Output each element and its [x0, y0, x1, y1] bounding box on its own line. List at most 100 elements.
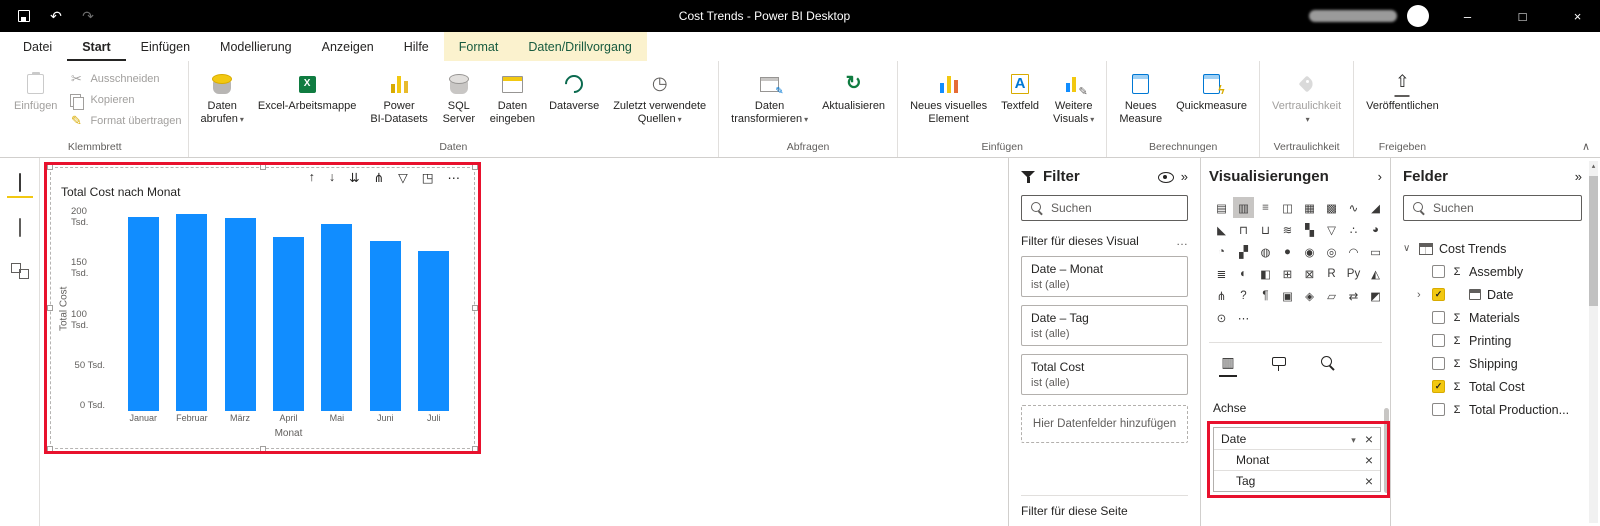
- ribbon-button[interactable]: Daten eingeben: [484, 65, 541, 126]
- ribbon-button[interactable]: Weitere Visuals: [1047, 65, 1100, 126]
- visual-type-icon[interactable]: ▤: [1211, 197, 1232, 218]
- visual-type-icon[interactable]: ▩: [1321, 197, 1342, 218]
- ribbon-tab[interactable]: Anzeigen: [307, 32, 389, 61]
- field-row[interactable]: Σ Shipping: [1403, 352, 1582, 375]
- ribbon-tab[interactable]: Daten/Drillvorgang: [513, 32, 647, 61]
- resize-handle[interactable]: [472, 446, 478, 452]
- ribbon-button[interactable]: Dataverse: [543, 65, 605, 126]
- view-nav-item[interactable]: [6, 170, 33, 198]
- ribbon-button[interactable]: Neues Measure: [1113, 65, 1168, 126]
- more-options-icon[interactable]: …: [1176, 234, 1188, 248]
- field-checkbox[interactable]: [1432, 380, 1445, 393]
- visual-header-icon[interactable]: ▽: [398, 170, 408, 185]
- cut-button[interactable]: ✂ Ausschneiden: [67, 71, 181, 87]
- visual-header-icon[interactable]: ↓: [329, 170, 335, 185]
- visual-type-icon[interactable]: ▭: [1365, 241, 1386, 262]
- field-checkbox[interactable]: [1432, 288, 1445, 301]
- fields-search-input[interactable]: [1433, 201, 1573, 215]
- visual-type-icon[interactable]: ⇄: [1343, 285, 1364, 306]
- visual-type-icon[interactable]: ◢: [1365, 197, 1386, 218]
- visual-type-icon[interactable]: ▞: [1233, 241, 1254, 262]
- visual-type-icon[interactable]: ⊠: [1299, 263, 1320, 284]
- visual-type-icon[interactable]: ◠: [1343, 241, 1364, 262]
- collapse-pane-icon[interactable]: »: [1181, 169, 1188, 184]
- chevron-right-icon[interactable]: [1417, 289, 1426, 301]
- bar[interactable]: [418, 251, 450, 411]
- visual-header-icon[interactable]: ⋯: [448, 170, 461, 185]
- visual-type-icon[interactable]: ◫: [1277, 197, 1298, 218]
- ribbon-button[interactable]: Excel-Arbeitsmappe: [252, 65, 362, 126]
- bar[interactable]: [127, 217, 159, 411]
- filter-drop-area[interactable]: Hier Datenfelder hinzufügen: [1021, 405, 1188, 443]
- bar-chart-visual[interactable]: ↑ ↓ ⇊ ⋔ ▽ ◳ ⋯ Total Cost nach Monat Tota…: [47, 164, 478, 452]
- fields-table-row[interactable]: ∨ Cost Trends: [1403, 237, 1582, 260]
- save-button[interactable]: [10, 4, 38, 28]
- pane-subtab[interactable]: ▥: [1219, 353, 1237, 377]
- ribbon-button[interactable]: Power BI-Datasets: [364, 65, 433, 126]
- visual-type-icon[interactable]: ◭: [1365, 263, 1386, 284]
- bar[interactable]: [369, 240, 401, 411]
- chevron-expanded-icon[interactable]: ∨: [1403, 243, 1413, 254]
- visual-type-icon[interactable]: ∿: [1343, 197, 1364, 218]
- remove-field-icon[interactable]: [1365, 452, 1373, 468]
- field-row[interactable]: Σ Materials: [1403, 306, 1582, 329]
- ribbon-button[interactable]: Quickmeasure: [1170, 65, 1253, 126]
- resize-handle[interactable]: [472, 305, 478, 311]
- visual-type-icon[interactable]: ⋯: [1233, 307, 1254, 328]
- visual-type-icon[interactable]: ≋: [1277, 219, 1298, 240]
- remove-field-icon[interactable]: [1365, 473, 1373, 489]
- field-checkbox[interactable]: [1432, 357, 1445, 370]
- remove-field-icon[interactable]: [1365, 431, 1373, 447]
- scrollbar-thumb[interactable]: [1589, 176, 1598, 306]
- undo-button[interactable]: ↶: [42, 4, 70, 28]
- chevron-down-icon[interactable]: [1351, 432, 1365, 446]
- visual-type-icon[interactable]: ⊔: [1255, 219, 1276, 240]
- visual-type-icon[interactable]: ▱: [1321, 285, 1342, 306]
- ribbon-tab[interactable]: Modellierung: [205, 32, 307, 61]
- ribbon-button[interactable]: Daten transformieren: [725, 65, 814, 126]
- ribbon-tab[interactable]: Datei: [8, 32, 67, 61]
- bar[interactable]: [176, 214, 208, 411]
- visual-type-icon[interactable]: ◐: [1233, 263, 1254, 284]
- field-checkbox[interactable]: [1432, 265, 1445, 278]
- visual-type-icon[interactable]: ⊞: [1277, 263, 1298, 284]
- field-checkbox[interactable]: [1432, 403, 1445, 416]
- field-row[interactable]: Σ Total Production...: [1403, 398, 1582, 421]
- ribbon-button[interactable]: Daten abrufen: [195, 65, 250, 126]
- field-row[interactable]: Σ Total Cost: [1403, 375, 1582, 398]
- ribbon-button[interactable]: Vertraulichkeit: [1266, 65, 1347, 126]
- bar[interactable]: [224, 218, 256, 411]
- redo-button[interactable]: ↷: [74, 4, 102, 28]
- visual-type-icon[interactable]: ▦: [1299, 197, 1320, 218]
- visual-header-icon[interactable]: ⇊: [349, 170, 359, 185]
- resize-handle[interactable]: [259, 164, 266, 170]
- format-painter-button[interactable]: ✎ Format übertragen: [67, 113, 182, 129]
- avatar[interactable]: [1407, 5, 1429, 27]
- visual-type-icon[interactable]: ▚: [1299, 219, 1320, 240]
- visual-type-icon[interactable]: ●: [1277, 241, 1298, 262]
- field-well-item[interactable]: Monat: [1214, 449, 1380, 470]
- field-well-item[interactable]: Tag: [1214, 470, 1380, 491]
- view-nav-item[interactable]: [7, 258, 33, 286]
- visual-type-icon[interactable]: R: [1321, 263, 1342, 284]
- resize-handle[interactable]: [47, 446, 53, 452]
- visual-header-icon[interactable]: ⋔: [374, 170, 384, 185]
- bar[interactable]: [321, 224, 353, 411]
- collapse-pane-icon[interactable]: ›: [1378, 169, 1382, 184]
- visual-type-icon[interactable]: ∴: [1343, 219, 1364, 240]
- resize-handle[interactable]: [472, 164, 478, 170]
- visual-type-icon[interactable]: ▽: [1321, 219, 1342, 240]
- ribbon-tab[interactable]: Format: [443, 32, 514, 61]
- ribbon-button[interactable]: Veröffentlichen: [1360, 65, 1445, 126]
- visual-type-icon[interactable]: ◉: [1299, 241, 1320, 262]
- resize-handle[interactable]: [259, 446, 266, 452]
- pane-subtab[interactable]: [1269, 353, 1287, 377]
- ribbon-button[interactable]: Zuletzt verwendete Quellen: [607, 65, 712, 126]
- filter-search-input[interactable]: [1051, 201, 1179, 215]
- scroll-up-icon[interactable]: ▴: [1589, 162, 1598, 170]
- visual-header-icon[interactable]: ↑: [309, 170, 315, 185]
- field-row[interactable]: Date: [1403, 283, 1582, 306]
- visual-type-icon[interactable]: ◎: [1321, 241, 1342, 262]
- visual-type-icon[interactable]: ◍: [1255, 241, 1276, 262]
- ribbon-tab[interactable]: Einfügen: [126, 32, 205, 61]
